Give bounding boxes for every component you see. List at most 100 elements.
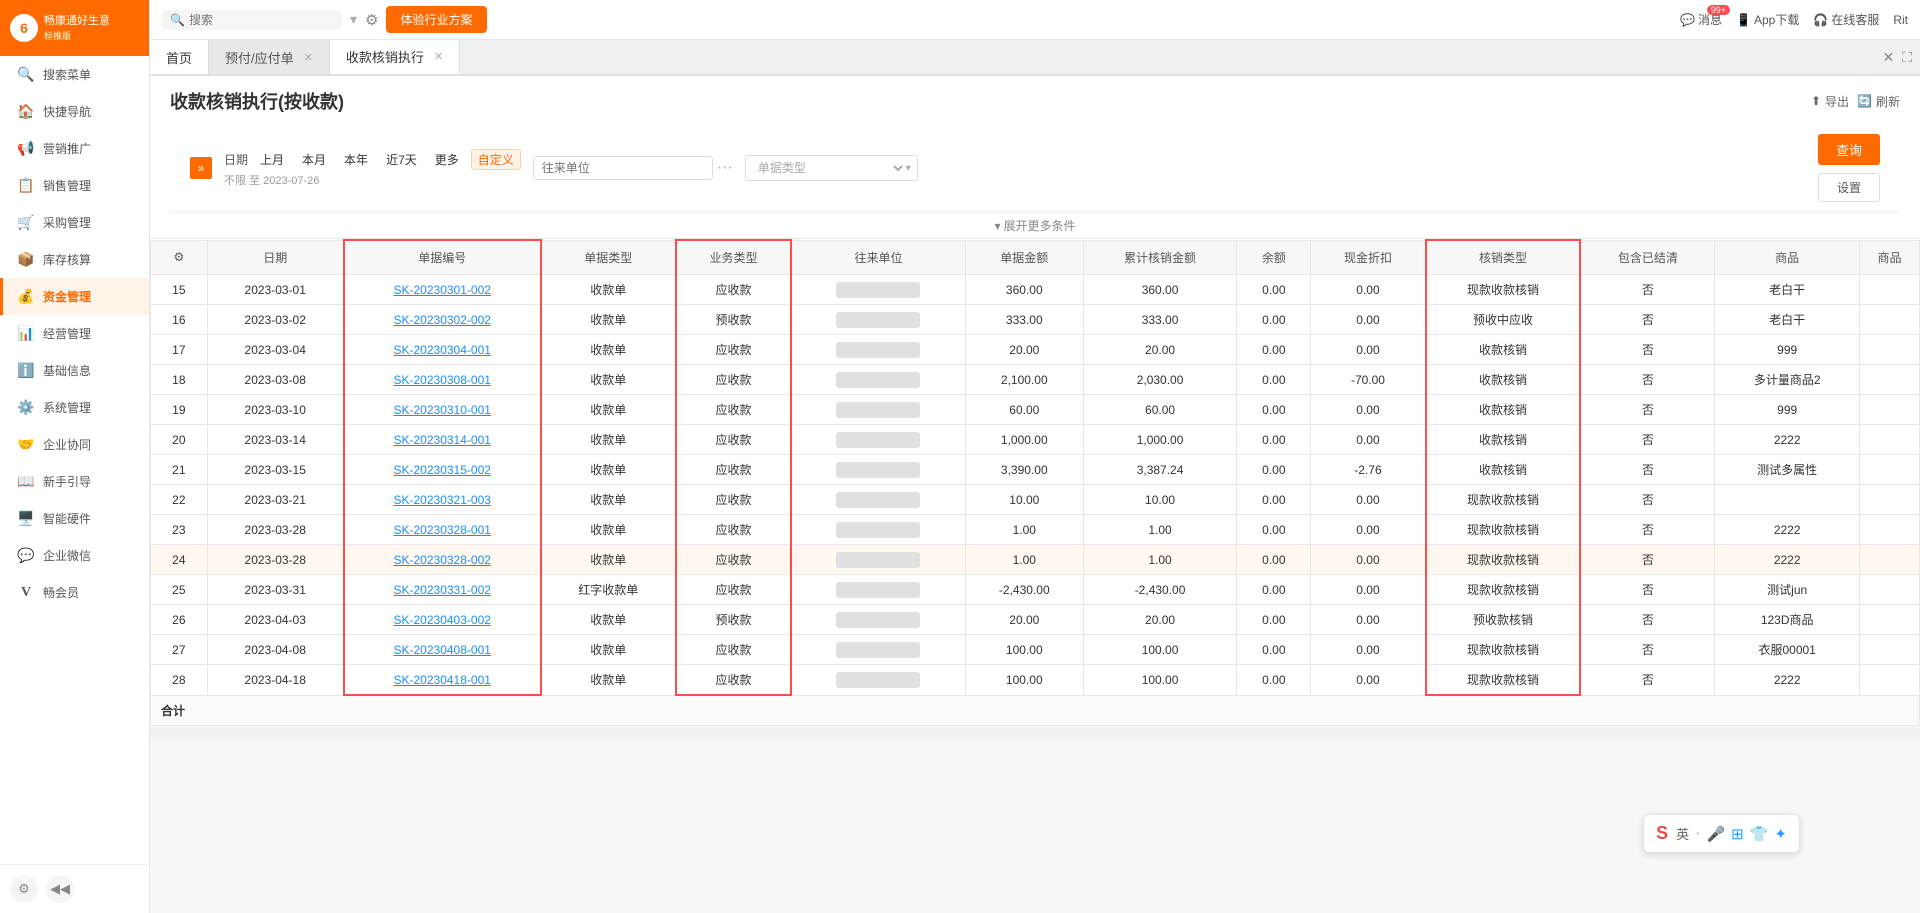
sidebar-item-finance[interactable]: 💰 资金管理 [0, 278, 149, 315]
col-cancel-type[interactable]: 核销类型 [1426, 240, 1581, 275]
cell-amount: 100.00 [965, 635, 1083, 665]
settings-button[interactable]: ⚙ [10, 875, 38, 903]
sidebar-item-stock[interactable]: 📦 库存核算 [0, 241, 149, 278]
cell-cumulative: 360.00 [1083, 275, 1236, 305]
filter-last-month[interactable]: 上月 [254, 149, 290, 170]
cell-included: 否 [1580, 665, 1714, 696]
filter-expand-button[interactable]: » [190, 157, 212, 179]
tab-receipt-close[interactable]: ✕ [434, 50, 443, 63]
doc-no-link[interactable]: SK-20230310-001 [394, 403, 491, 417]
col-doc-type[interactable]: 单据类型 [541, 240, 676, 275]
message-button[interactable]: 💬 消息 99+ [1680, 11, 1722, 28]
col-partner[interactable]: 往来单位 [791, 240, 965, 275]
sidebar-item-guide[interactable]: 📖 新手引导 [0, 463, 149, 500]
col-amount[interactable]: 单据金额 [965, 240, 1083, 275]
sidebar-item-sales[interactable]: 📋 销售管理 [0, 167, 149, 204]
cell-goods: 123D商品 [1715, 605, 1860, 635]
cell-amount: 1.00 [965, 515, 1083, 545]
export-button[interactable]: ⬆ 导出 [1811, 93, 1849, 110]
close-tab-icon[interactable]: ✕ [1882, 49, 1894, 66]
sidebar-item-marketing[interactable]: 📢 营销推广 [0, 130, 149, 167]
cell-balance: 0.00 [1237, 485, 1311, 515]
col-discount[interactable]: 现金折扣 [1311, 240, 1426, 275]
col-gear[interactable]: ⚙ [151, 240, 208, 275]
doc-no-link[interactable]: SK-20230403-002 [394, 613, 491, 627]
online-service-button[interactable]: 🎧 在线客服 [1813, 11, 1879, 28]
sidebar-item-wechat[interactable]: 💬 企业微信 [0, 537, 149, 574]
sidebar-item-member[interactable]: V 畅会员 [0, 574, 149, 611]
collapse-button[interactable]: ◀◀ [46, 875, 74, 903]
maximize-icon[interactable]: ⛶ [1902, 49, 1912, 66]
gear-icon[interactable]: ⚙ [365, 11, 378, 29]
dropdown-arrow-icon[interactable]: ▾ [350, 11, 357, 28]
filter-7days[interactable]: 近7天 [380, 149, 423, 170]
col-date[interactable]: 日期 [207, 240, 344, 275]
sidebar-item-purchase[interactable]: 🛒 采购管理 [0, 204, 149, 241]
filter-custom-date[interactable]: 自定义 [471, 149, 521, 170]
tab-home[interactable]: 首页 [150, 40, 209, 74]
cell-balance: 0.00 [1237, 515, 1311, 545]
doc-no-link[interactable]: SK-20230418-001 [394, 673, 491, 687]
cell-partner: ████████ [791, 575, 965, 605]
doc-no-link[interactable]: SK-20230304-001 [394, 343, 491, 357]
sidebar-item-system[interactable]: ⚙️ 系统管理 [0, 389, 149, 426]
query-button[interactable]: 查询 [1818, 134, 1880, 165]
col-balance[interactable]: 余额 [1237, 240, 1311, 275]
page-title: 收款核销执行(按收款) [170, 88, 344, 114]
doc-no-link[interactable]: SK-20230408-001 [394, 643, 491, 657]
filter-this-month[interactable]: 本月 [296, 149, 332, 170]
doc-no-link[interactable]: SK-20230328-002 [394, 553, 491, 567]
cell-doc-no: SK-20230314-001 [344, 425, 541, 455]
doc-no-link[interactable]: SK-20230314-001 [394, 433, 491, 447]
cell-idx: 27 [151, 635, 208, 665]
cell-discount: -2.76 [1311, 455, 1426, 485]
search-input[interactable] [189, 13, 319, 27]
sidebar-item-quicknav[interactable]: 🏠 快捷导航 [0, 93, 149, 130]
cell-amount: 333.00 [965, 305, 1083, 335]
tab-receipt[interactable]: 收款核销执行 ✕ [330, 40, 460, 74]
expand-more-button[interactable]: ▾ 展开更多条件 [994, 217, 1075, 234]
filter-this-year[interactable]: 本年 [338, 149, 374, 170]
doc-no-link[interactable]: SK-20230331-002 [394, 583, 491, 597]
doc-no-link[interactable]: SK-20230321-003 [394, 493, 491, 507]
cell-doc-no: SK-20230301-002 [344, 275, 541, 305]
cell-idx: 28 [151, 665, 208, 696]
filter-more[interactable]: 更多 [429, 149, 465, 170]
handshake-icon: 🤝 [17, 436, 35, 453]
filter-partner-dots[interactable]: ··· [717, 159, 733, 177]
solution-button[interactable]: 体验行业方案 [386, 6, 486, 33]
sidebar-item-corp[interactable]: 🤝 企业协同 [0, 426, 149, 463]
doc-no-link[interactable]: SK-20230315-002 [394, 463, 491, 477]
cell-date: 2023-03-01 [207, 275, 344, 305]
tab-payable[interactable]: 预付/应付单 ✕ [209, 40, 330, 74]
filter-partner-input[interactable] [533, 156, 713, 180]
doc-no-link[interactable]: SK-20230302-002 [394, 313, 491, 327]
col-goods2[interactable]: 商品 [1860, 240, 1920, 275]
sidebar-item-operation[interactable]: 📊 经营管理 [0, 315, 149, 352]
sidebar-item-base[interactable]: ℹ️ 基础信息 [0, 352, 149, 389]
col-biz-type[interactable]: 业务类型 [676, 240, 791, 275]
doc-no-link[interactable]: SK-20230328-001 [394, 523, 491, 537]
col-goods[interactable]: 商品 [1715, 240, 1860, 275]
search-icon: 🔍 [17, 66, 35, 83]
col-cumulative[interactable]: 累计核销金额 [1083, 240, 1236, 275]
tab-payable-close[interactable]: ✕ [304, 51, 313, 64]
cell-included: 否 [1580, 365, 1714, 395]
app-download-button[interactable]: 📱 App下载 [1736, 11, 1799, 28]
cell-amount: 1.00 [965, 545, 1083, 575]
table-header-row: ⚙ 日期 单据编号 单据类型 业务类型 往来单位 单据金额 累计核销金额 余额 … [151, 240, 1920, 275]
doc-no-link[interactable]: SK-20230308-001 [394, 373, 491, 387]
settings-button[interactable]: 设置 [1818, 173, 1880, 202]
col-included[interactable]: 包含已结清 [1580, 240, 1714, 275]
user-avatar[interactable]: Rit [1893, 13, 1908, 27]
refresh-button[interactable]: 🔄 刷新 [1857, 93, 1900, 110]
cell-balance: 0.00 [1237, 305, 1311, 335]
filter-doc-type-select[interactable]: 单据类型 [746, 156, 906, 180]
cell-idx: 22 [151, 485, 208, 515]
sidebar-item-search[interactable]: 🔍 搜索菜单 [0, 56, 149, 93]
col-doc-no[interactable]: 单据编号 [344, 240, 541, 275]
scrollbar-area[interactable] [150, 728, 1920, 738]
sidebar-item-hardware[interactable]: 🖥️ 智能硬件 [0, 500, 149, 537]
cell-doc-no: SK-20230328-002 [344, 545, 541, 575]
doc-no-link[interactable]: SK-20230301-002 [394, 283, 491, 297]
